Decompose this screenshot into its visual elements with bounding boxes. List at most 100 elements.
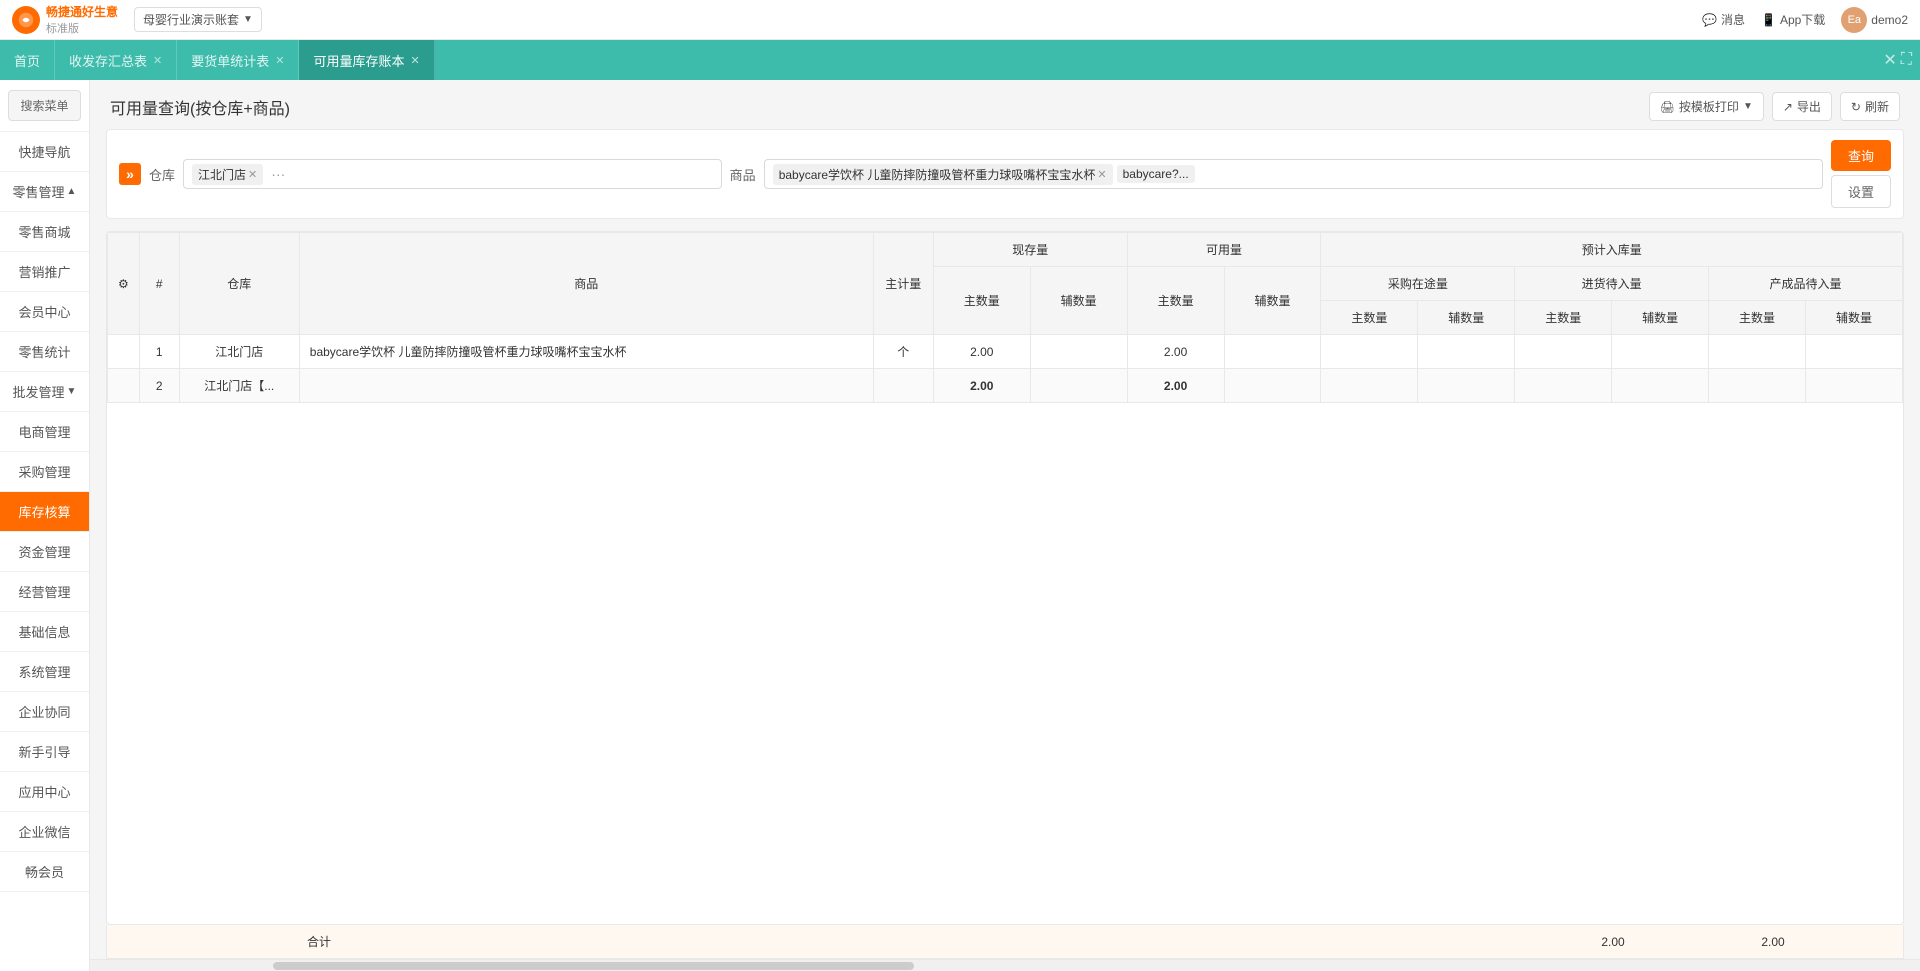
- tab-home[interactable]: 首页: [0, 40, 55, 80]
- row1-purchase-main: [1321, 335, 1418, 369]
- warehouse-tag-text: 江北门店: [198, 166, 246, 183]
- th-gear[interactable]: ⚙: [108, 233, 140, 335]
- refresh-button[interactable]: ↻ 刷新: [1840, 92, 1900, 121]
- summary-current-main: 2.00: [1573, 935, 1653, 949]
- app-download-action[interactable]: 📱 App下载: [1761, 11, 1825, 28]
- warehouse-tag-close[interactable]: ✕: [248, 168, 257, 181]
- row2-current-aux: [1030, 369, 1127, 403]
- settings-button[interactable]: 设置: [1831, 175, 1891, 208]
- refresh-icon: ↻: [1851, 100, 1861, 114]
- fullscreen-icon[interactable]: ⛶: [1901, 51, 1912, 69]
- sidebar-item-enterprise-collab[interactable]: 企业协同: [0, 692, 89, 732]
- gear-icon[interactable]: ⚙: [118, 277, 129, 291]
- filter-toggle-button[interactable]: »: [119, 163, 141, 185]
- row2-available-aux: [1224, 369, 1321, 403]
- page-actions: 🖨 按模板打印 ▼ ↗ 导出 ↻ 刷新: [1649, 92, 1900, 121]
- export-icon: ↗: [1783, 100, 1793, 114]
- sidebar-item-retail-stats[interactable]: 零售统计: [0, 332, 89, 372]
- tab-order-stats-close[interactable]: ✕: [275, 54, 284, 67]
- sidebar-item-member-center[interactable]: 会员中心: [0, 292, 89, 332]
- sidebar-item-quicknav[interactable]: 快捷导航: [0, 132, 89, 172]
- sidebar-item-retail-mgmt-label: 零售管理: [13, 182, 65, 201]
- warehouse-more-icon[interactable]: ···: [271, 166, 285, 182]
- chevron-down-icon: ▼: [243, 14, 253, 25]
- row1-production-aux: [1805, 335, 1902, 369]
- sidebar-item-wholesale-label: 批发管理: [13, 382, 65, 401]
- scrollbar-thumb[interactable]: [273, 962, 914, 970]
- sidebar-item-ops[interactable]: 经营管理: [0, 572, 89, 612]
- tab-receive-send[interactable]: 收发存汇总表 ✕: [55, 40, 177, 80]
- message-action[interactable]: 💬 消息: [1702, 11, 1745, 28]
- sidebar-item-wholesale-mgmt[interactable]: 批发管理 ▼: [0, 372, 89, 412]
- summary-label: 合计: [307, 933, 1513, 950]
- sidebar-item-finance[interactable]: 资金管理: [0, 532, 89, 572]
- tabs-spacer: [435, 40, 1876, 80]
- tab-receive-send-close[interactable]: ✕: [153, 54, 162, 67]
- tab-order-stats[interactable]: 要货单统计表 ✕: [177, 40, 299, 80]
- filter-buttons: 查询 设置: [1831, 140, 1891, 208]
- th-unit: 主计量: [873, 233, 933, 335]
- print-icon: 🖨: [1660, 100, 1675, 114]
- th-incoming-main: 主数量: [1515, 301, 1612, 335]
- sidebar-item-purchase[interactable]: 采购管理: [0, 452, 89, 492]
- top-bar-left: 畅捷通好生意 标准版 母婴行业演示账套 ▼: [12, 3, 262, 36]
- row1-gear[interactable]: [108, 335, 140, 369]
- th-index: #: [139, 233, 179, 335]
- summary-row: 合计 2.00 2.00: [106, 925, 1904, 959]
- sidebar-item-enterprise-wechat[interactable]: 企业微信: [0, 812, 89, 852]
- row2-product: [299, 369, 873, 403]
- row2-purchase-main: [1321, 369, 1418, 403]
- warehouse-filter-input[interactable]: 江北门店 ✕ ···: [183, 159, 722, 189]
- row2-gear[interactable]: [108, 369, 140, 403]
- logo-area: 畅捷通好生意 标准版: [12, 3, 118, 36]
- product-filter-input[interactable]: babycare学饮杯 儿童防摔防撞吸管杯重力球吸嘴杯宝宝水杯 ✕ babyca…: [764, 159, 1823, 189]
- product-tag-1-text: babycare学饮杯 儿童防摔防撞吸管杯重力球吸嘴杯宝宝水杯: [779, 166, 1096, 183]
- th-purchase-transit-main: 主数量: [1321, 301, 1418, 335]
- th-incoming-aux: 辅数量: [1612, 301, 1709, 335]
- sidebar-item-inventory[interactable]: 库存核算: [0, 492, 89, 532]
- sidebar-item-new-guide[interactable]: 新手引导: [0, 732, 89, 772]
- main-layout: 搜索菜单 快捷导航 零售管理 ▲ 零售商城 营销推广 会员中心 零售统计 批发管…: [0, 80, 1920, 971]
- row1-index: 1: [139, 335, 179, 369]
- logo-icon: [12, 6, 40, 34]
- row1-current-aux: [1030, 335, 1127, 369]
- product-tag-1-close[interactable]: ✕: [1097, 168, 1106, 181]
- warehouse-filter-label: 仓库: [149, 165, 175, 184]
- horizontal-scrollbar[interactable]: [90, 959, 1920, 971]
- print-template-button[interactable]: 🖨 按模板打印 ▼: [1649, 92, 1764, 121]
- page-header: 可用量查询(按仓库+商品) 🖨 按模板打印 ▼ ↗ 导出 ↻ 刷新: [90, 80, 1920, 129]
- industry-selector[interactable]: 母婴行业演示账套 ▼: [134, 7, 262, 32]
- product-tag-2-text: babycare?...: [1123, 167, 1189, 181]
- close-all-tabs-icon[interactable]: ✕: [1883, 50, 1896, 70]
- sidebar-item-retail-mgmt[interactable]: 零售管理 ▲: [0, 172, 89, 212]
- row1-incoming-aux: [1612, 335, 1709, 369]
- avatar: Ea: [1841, 7, 1867, 33]
- th-current-aux: 辅数量: [1030, 267, 1127, 335]
- sidebar-item-sys-mgmt[interactable]: 系统管理: [0, 652, 89, 692]
- sidebar-item-member[interactable]: 畅会员: [0, 852, 89, 892]
- row2-purchase-aux: [1418, 369, 1515, 403]
- query-button[interactable]: 查询: [1831, 140, 1891, 171]
- sidebar-item-basic-info[interactable]: 基础信息: [0, 612, 89, 652]
- sidebar-item-marketing[interactable]: 营销推广: [0, 252, 89, 292]
- message-icon: 💬: [1702, 13, 1717, 27]
- product-tag-2: babycare?...: [1117, 165, 1195, 183]
- row1-purchase-aux: [1418, 335, 1515, 369]
- row1-product: babycare学饮杯 儿童防摔防撞吸管杯重力球吸嘴杯宝宝水杯: [299, 335, 873, 369]
- sidebar-item-retail-mall[interactable]: 零售商城: [0, 212, 89, 252]
- th-incoming-group: 进货待入量: [1515, 267, 1709, 301]
- print-chevron-icon: ▼: [1743, 101, 1753, 112]
- search-menu-button[interactable]: 搜索菜单: [8, 90, 81, 121]
- export-button[interactable]: ↗ 导出: [1772, 92, 1832, 121]
- th-available-main: 主数量: [1127, 267, 1224, 335]
- tab-available-inventory-close[interactable]: ✕: [411, 54, 420, 67]
- row2-index: 2: [139, 369, 179, 403]
- user-action[interactable]: Ea demo2: [1841, 7, 1908, 33]
- tab-available-inventory[interactable]: 可用量库存账本 ✕: [299, 40, 434, 80]
- tab-home-label: 首页: [14, 51, 40, 70]
- sidebar-item-ecommerce[interactable]: 电商管理: [0, 412, 89, 452]
- sidebar-item-app-center[interactable]: 应用中心: [0, 772, 89, 812]
- export-label: 导出: [1797, 98, 1821, 115]
- table-container: ⚙ # 仓库 商品 主计量 现存量 可用量 预计入库量 主数量 辅数量 主数量: [106, 231, 1904, 925]
- warehouse-tag: 江北门店 ✕: [192, 164, 263, 185]
